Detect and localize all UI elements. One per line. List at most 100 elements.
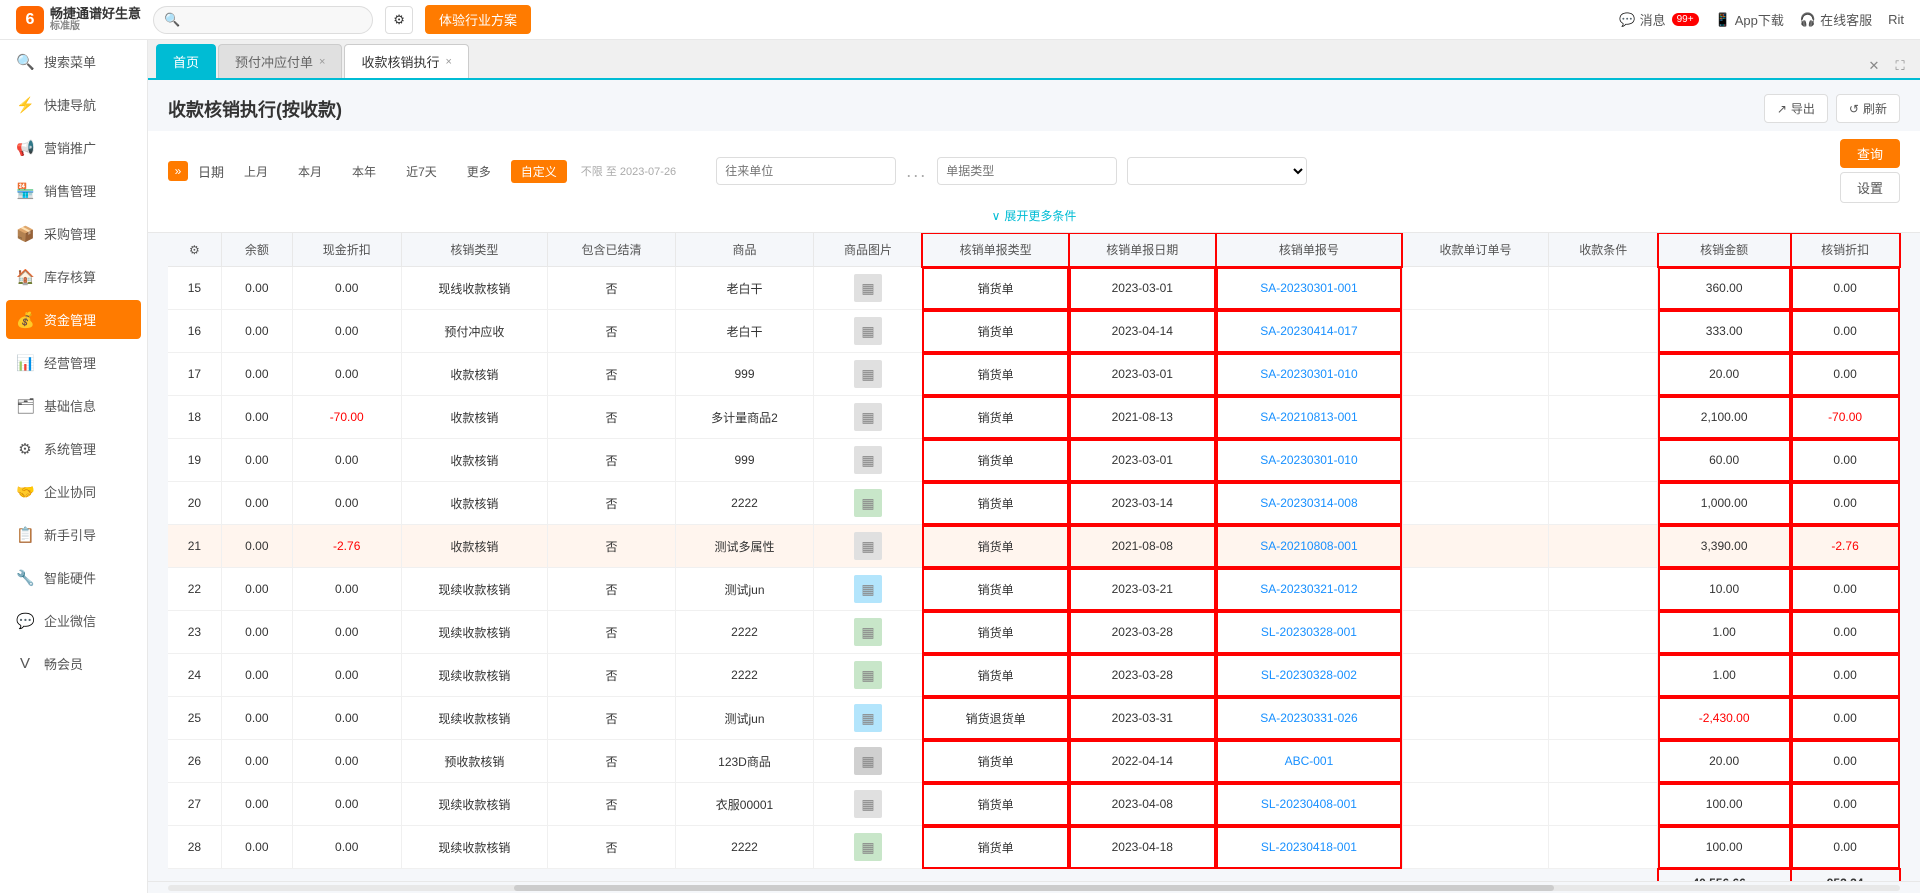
cell-collection-condition — [1549, 783, 1658, 826]
cell-writeoff-type: 收款核销 — [401, 482, 548, 525]
cell-include-settled: 否 — [548, 267, 676, 310]
sidebar-item-base-info[interactable]: 🗂 基础信息 — [0, 384, 147, 427]
messages-button[interactable]: 💬 消息 99+ — [1619, 10, 1698, 29]
col-settings[interactable]: ⚙ — [168, 233, 221, 267]
tab-prepay-close[interactable]: × — [319, 56, 325, 68]
bill-type-select[interactable] — [1127, 157, 1307, 185]
settings-button[interactable]: ⚙ — [385, 6, 413, 34]
sidebar-item-purchase[interactable]: 📦 采购管理 — [0, 212, 147, 255]
sidebar-item-weixin[interactable]: 💬 企业微信 — [0, 599, 147, 642]
bill-report-no-link[interactable]: SL-20230408-001 — [1261, 797, 1357, 811]
filter-bar: » 日期 上月 本月 本年 近7天 更多 自定义 不限 至 2023-07-26… — [148, 131, 1920, 233]
cell-goods: 2222 — [675, 611, 813, 654]
cell-bill-report-type: 销货单 — [922, 482, 1069, 525]
cell-collection-order-no — [1402, 482, 1549, 525]
custom-tag[interactable]: 自定义 — [511, 160, 567, 183]
marketing-icon: 📢 — [16, 139, 34, 157]
cell-include-settled: 否 — [548, 740, 676, 783]
cell-writeoff-amount: 2,100.00 — [1658, 396, 1791, 439]
cell-goods: 老白干 — [675, 267, 813, 310]
tab-home[interactable]: 首页 — [156, 44, 216, 78]
bill-report-no-link[interactable]: SA-20230314-008 — [1260, 496, 1357, 510]
cell-goods: 测试jun — [675, 568, 813, 611]
cell-bill-report-no: SA-20230414-017 — [1216, 310, 1403, 353]
filter-collapse-btn[interactable]: » — [168, 161, 188, 181]
cell-goods-img: ▦ — [814, 826, 923, 869]
bill-report-no-link[interactable]: SA-20230301-001 — [1260, 281, 1357, 295]
refresh-button[interactable]: ↺ 刷新 — [1836, 94, 1900, 123]
table-row: 24 0.00 0.00 现续收款核销 否 2222 ▦ 销货单 2023-03… — [168, 654, 1900, 697]
sidebar-item-finance[interactable]: 💰 资金管理 — [6, 300, 141, 339]
maximize-window-button[interactable]: ⛶ — [1888, 54, 1912, 78]
table-row: 28 0.00 0.00 现续收款核销 否 2222 ▦ 销货单 2023-04… — [168, 826, 1900, 869]
cell-goods-img: ▦ — [814, 439, 923, 482]
bill-report-no-link[interactable]: SA-20230414-017 — [1260, 324, 1357, 338]
bill-report-no-link[interactable]: SL-20230418-001 — [1261, 840, 1357, 854]
bill-report-no-link[interactable]: SL-20230328-001 — [1261, 625, 1357, 639]
this-month-tag[interactable]: 本月 — [288, 160, 332, 183]
sidebar-item-smart-hw[interactable]: 🔧 智能硬件 — [0, 556, 147, 599]
close-window-button[interactable]: ✕ — [1862, 54, 1886, 78]
cell-goods-img: ▦ — [814, 611, 923, 654]
sidebar-item-quick-nav[interactable]: ⚡ 快捷导航 — [0, 83, 147, 126]
cell-bill-report-date: 2023-04-14 — [1069, 310, 1216, 353]
tab-collection[interactable]: 收款核销执行 × — [344, 44, 468, 78]
sidebar-item-guide[interactable]: 📋 新手引导 — [0, 513, 147, 556]
tab-collection-close[interactable]: × — [445, 56, 451, 68]
more-tag[interactable]: 更多 — [457, 160, 501, 183]
cell-writeoff-amount: -2,430.00 — [1658, 697, 1791, 740]
online-service-button[interactable]: 🎧 在线客服 — [1800, 10, 1872, 29]
message-badge: 99+ — [1672, 13, 1699, 26]
company-name: 畅捷通谱好生意 — [50, 6, 141, 22]
table-header-row: ⚙ 余额 现金折扣 核销类型 包含已结清 商品 商品图片 核销单报类型 核销单报… — [168, 233, 1900, 267]
bill-report-no-link[interactable]: SA-20230331-026 — [1260, 711, 1357, 725]
top-right-actions: 💬 消息 99+ 📱 App下载 🎧 在线客服 Rit — [1619, 10, 1904, 29]
bill-report-no-link[interactable]: SL-20230328-002 — [1261, 668, 1357, 682]
cell-bill-report-date: 2021-08-08 — [1069, 525, 1216, 568]
sidebar-item-sys-mgmt[interactable]: ⚙ 系统管理 — [0, 427, 147, 470]
scrollbar-thumb[interactable] — [514, 885, 1553, 891]
sidebar-item-operations[interactable]: 📊 经营管理 — [0, 341, 147, 384]
industry-solution-button[interactable]: 体验行业方案 — [425, 5, 531, 34]
table-row: 23 0.00 0.00 现续收款核销 否 2222 ▦ 销货单 2023-03… — [168, 611, 1900, 654]
cell-bill-report-type: 销货单 — [922, 826, 1069, 869]
cell-goods-img: ▦ — [814, 310, 923, 353]
cell-bill-report-no: SL-20230328-002 — [1216, 654, 1403, 697]
cell-cash-discount: 0.00 — [292, 826, 401, 869]
col-writeoff-amount: 核销金额 — [1658, 233, 1791, 267]
bill-report-no-link[interactable]: SA-20210813-001 — [1260, 410, 1357, 424]
horizontal-scrollbar[interactable] — [168, 885, 1900, 891]
set-button[interactable]: 设置 — [1840, 172, 1900, 203]
last-month-tag[interactable]: 上月 — [234, 160, 278, 183]
enterprise-icon: 🤝 — [16, 483, 34, 501]
query-button[interactable]: 查询 — [1840, 139, 1900, 168]
bill-report-no-link[interactable]: SA-20230321-012 — [1260, 582, 1357, 596]
sidebar: 🔍 搜索菜单 ⚡ 快捷导航 📢 营销推广 🏪 销售管理 📦 采购管理 🏠 库存核… — [0, 40, 148, 893]
cell-collection-order-no — [1402, 783, 1549, 826]
sidebar-item-inventory[interactable]: 🏠 库存核算 — [0, 255, 147, 298]
bill-report-no-link[interactable]: SA-20210808-001 — [1260, 539, 1357, 553]
partner-input[interactable] — [716, 157, 896, 185]
sidebar-item-member[interactable]: V 畅会员 — [0, 642, 147, 685]
bill-report-no-link[interactable]: SA-20230301-010 — [1260, 367, 1357, 381]
this-year-tag[interactable]: 本年 — [342, 160, 386, 183]
cell-collection-condition — [1549, 396, 1658, 439]
cell-balance: 0.00 — [221, 396, 292, 439]
bill-report-no-link[interactable]: SA-20230301-010 — [1260, 453, 1357, 467]
tab-prepay[interactable]: 预付冲应付单 × — [218, 44, 342, 78]
sidebar-item-enterprise[interactable]: 🤝 企业协同 — [0, 470, 147, 513]
cell-writeoff-discount: 0.00 — [1791, 482, 1900, 525]
table-row: 15 0.00 0.00 现线收款核销 否 老白干 ▦ 销货单 2023-03-… — [168, 267, 1900, 310]
cell-bill-report-date: 2021-08-13 — [1069, 396, 1216, 439]
bill-report-no-link[interactable]: ABC-001 — [1285, 754, 1334, 768]
sidebar-item-sales[interactable]: 🏪 销售管理 — [0, 169, 147, 212]
export-button[interactable]: ↗ 导出 — [1764, 94, 1828, 123]
sidebar-item-marketing[interactable]: 📢 营销推广 — [0, 126, 147, 169]
cell-include-settled: 否 — [548, 697, 676, 740]
sidebar-item-search[interactable]: 🔍 搜索菜单 — [0, 40, 147, 83]
bill-type-input[interactable] — [937, 157, 1117, 185]
app-download-button[interactable]: 📱 App下载 — [1715, 10, 1784, 29]
user-profile[interactable]: Rit — [1888, 12, 1904, 27]
last7days-tag[interactable]: 近7天 — [396, 160, 447, 183]
expand-button[interactable]: ∨ 展开更多条件 — [992, 207, 1077, 224]
